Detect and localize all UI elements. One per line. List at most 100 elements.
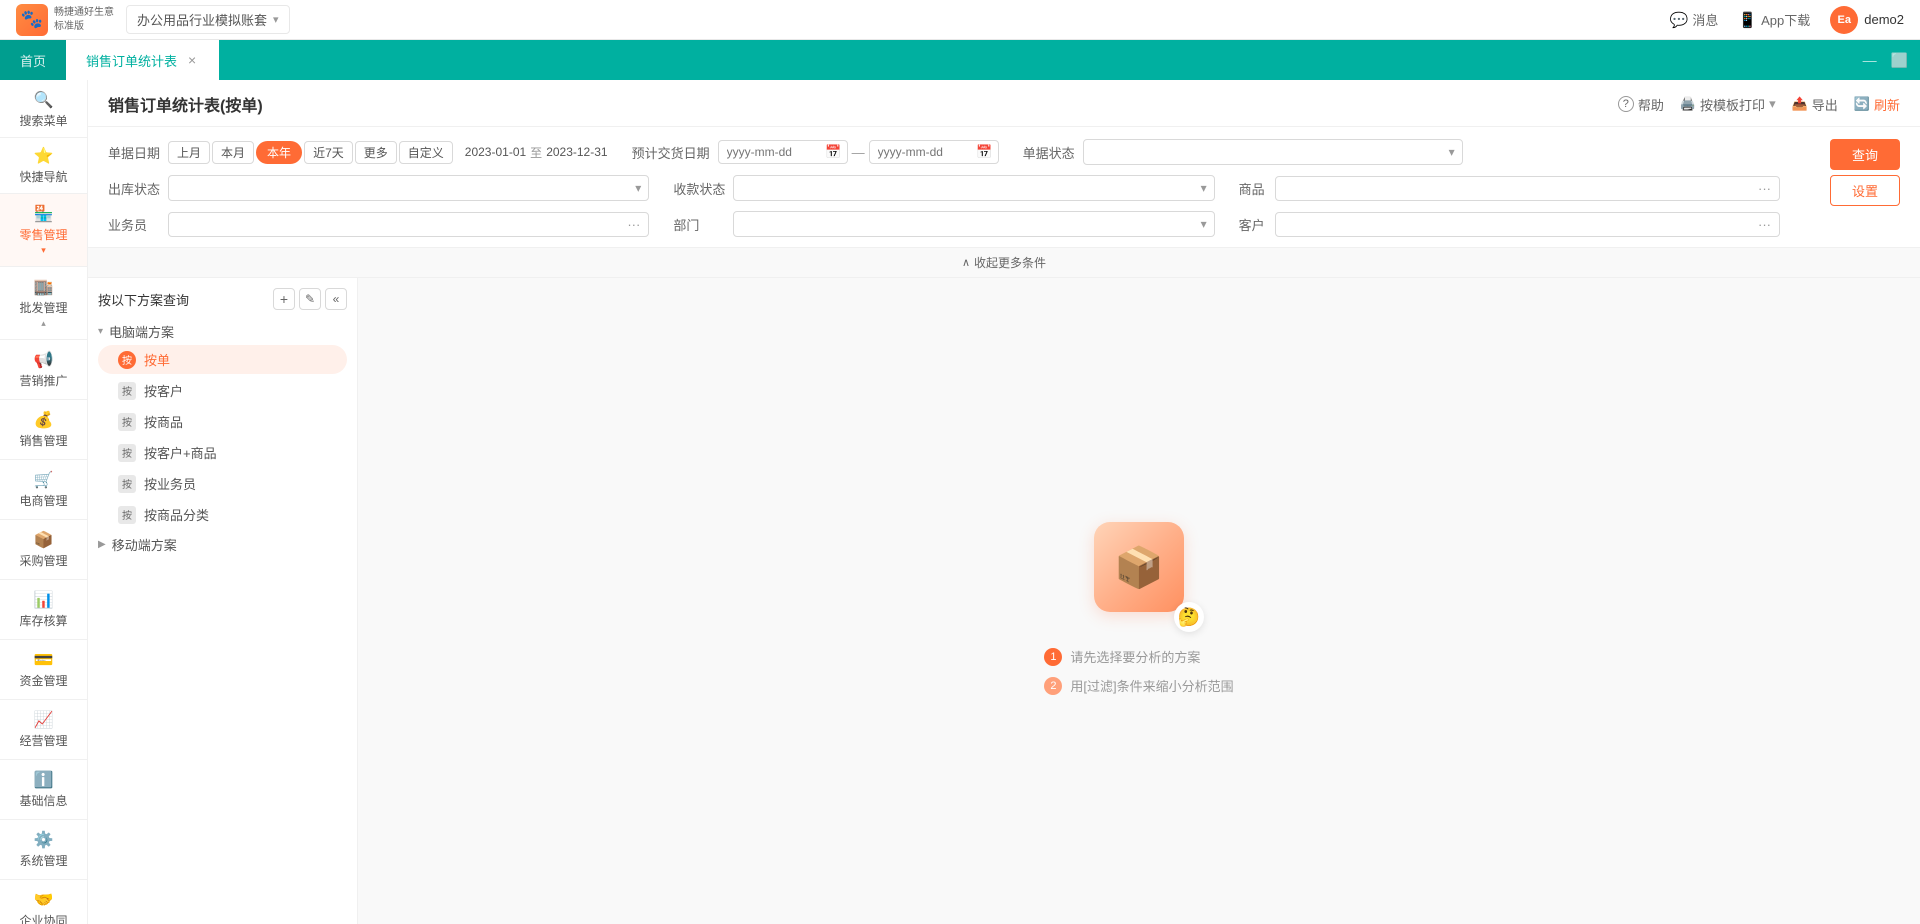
pc-chevron-down-icon: ▾: [98, 326, 103, 337]
sidebar-item-operations[interactable]: 📈 经营管理: [0, 700, 87, 760]
window-maximize-icon[interactable]: ⬜: [1887, 48, 1912, 73]
tab-home[interactable]: 首页: [0, 40, 66, 80]
date-dash: —: [852, 145, 865, 160]
by-product-icon: 按: [118, 413, 136, 431]
help-button[interactable]: ? 帮助: [1618, 95, 1664, 114]
help-icon: ?: [1618, 96, 1634, 112]
sidebar-item-basic[interactable]: ℹ️ 基础信息: [0, 760, 87, 820]
download-icon: 📱: [1738, 11, 1757, 29]
scheme-item-by-customer[interactable]: 按 按客户: [98, 376, 347, 405]
settings-button[interactable]: 设置: [1830, 175, 1900, 206]
date-btn-this-year[interactable]: 本年: [256, 141, 302, 164]
basic-icon: ℹ️: [34, 770, 54, 790]
delivery-label: 出库状态: [108, 179, 160, 198]
tip-1-text: 请先选择要分析的方案: [1070, 647, 1200, 666]
scheme-mobile-category: ▶ 移动端方案: [98, 531, 347, 558]
delivery-select[interactable]: [168, 175, 649, 201]
tab-close-icon[interactable]: ×: [185, 51, 199, 69]
sidebar-item-wholesale[interactable]: 🏬 批发管理 ▴: [0, 267, 87, 340]
scheme-item-by-product[interactable]: 按 按商品: [98, 407, 347, 436]
scheme-mobile-header[interactable]: ▶ 移动端方案: [98, 531, 347, 558]
mobile-chevron-right-icon: ▶: [98, 539, 106, 550]
sidebar-item-system[interactable]: ⚙️ 系统管理: [0, 820, 87, 880]
app-download-button[interactable]: 📱 App下载: [1738, 10, 1810, 29]
refresh-button[interactable]: 🔄 刷新: [1854, 95, 1900, 114]
by-cust-prod-icon: 按: [118, 444, 136, 462]
scheme-item-by-order[interactable]: 按 按单: [98, 345, 347, 374]
sidebar-item-retail[interactable]: 🏪 零售管理 ▾: [0, 194, 87, 267]
collapse-filters-button[interactable]: ∧ 收起更多条件: [88, 247, 1920, 278]
scheme-panel-title: 按以下方案查询: [98, 290, 189, 309]
user-menu[interactable]: Ea demo2: [1830, 6, 1904, 34]
sidebar-quick-nav[interactable]: ⭐ 快捷导航: [0, 138, 87, 194]
customer-input[interactable]: [1284, 217, 1758, 231]
sidebar-item-inventory[interactable]: 📊 库存核算: [0, 580, 87, 640]
sidebar-item-marketing[interactable]: 📢 营销推广: [0, 340, 87, 400]
date-range-start: 2023-01-01: [465, 145, 526, 159]
dept-label: 部门: [673, 215, 725, 234]
sidebar-item-ecommerce[interactable]: 🛒 电商管理: [0, 460, 87, 520]
by-salesperson-icon: 按: [118, 475, 136, 493]
date-range-end: 2023-12-31: [546, 145, 607, 159]
tip-num-1: 1: [1044, 648, 1062, 666]
product-dots-icon[interactable]: ···: [1758, 181, 1771, 196]
date-btn-this-month[interactable]: 本月: [212, 141, 254, 164]
product-input[interactable]: [1284, 181, 1758, 195]
status-select[interactable]: [1083, 139, 1463, 165]
tip-num-2: 2: [1044, 677, 1062, 695]
date-btn-custom[interactable]: 自定义: [399, 141, 453, 164]
chevron-down-icon: ▾: [41, 245, 46, 256]
scheme-collapse-button[interactable]: «: [325, 288, 347, 310]
tab-active-sales[interactable]: 销售订单统计表 ×: [66, 40, 219, 80]
expected-date-end-input[interactable]: [869, 140, 999, 164]
payment-label: 收款状态: [673, 179, 725, 198]
sidebar-item-enterprise[interactable]: 🤝 企业协同: [0, 880, 87, 924]
date-btn-last7[interactable]: 近7天: [304, 141, 353, 164]
finance-icon: 💳: [34, 650, 54, 670]
logo-line1: 畅捷通好生意: [54, 6, 114, 20]
product-label: 商品: [1239, 179, 1267, 198]
logo: 🐾 畅捷通好生意 标准版: [16, 4, 114, 36]
chevron-down-icon: ▾: [273, 13, 279, 26]
customer-dots-icon[interactable]: ···: [1758, 217, 1771, 232]
system-icon: ⚙️: [34, 830, 54, 850]
message-button[interactable]: 💬 消息: [1670, 10, 1719, 29]
date-btn-more[interactable]: 更多: [355, 141, 397, 164]
ecommerce-icon: 🛒: [34, 470, 54, 490]
date-btn-last-month[interactable]: 上月: [168, 141, 210, 164]
sidebar-item-sales[interactable]: 💰 销售管理: [0, 400, 87, 460]
collapse-up-icon: ∧: [962, 256, 970, 269]
salesperson-input[interactable]: [177, 217, 627, 231]
expected-date-start-input[interactable]: [718, 140, 848, 164]
export-button[interactable]: 📤 导出: [1792, 95, 1838, 114]
scheme-item-by-category[interactable]: 按 按商品分类: [98, 500, 347, 529]
sidebar-search[interactable]: 🔍 搜索菜单: [0, 80, 87, 138]
operations-icon: 📈: [34, 710, 54, 730]
username: demo2: [1864, 12, 1904, 27]
payment-select[interactable]: [733, 175, 1214, 201]
empty-tips: 1 请先选择要分析的方案 2 用[过滤]条件来缩小分析范围: [1044, 647, 1233, 695]
query-button[interactable]: 查询: [1830, 139, 1900, 170]
account-selector[interactable]: 办公用品行业模拟账套 ▾: [126, 5, 290, 34]
window-minimize-icon[interactable]: —: [1859, 48, 1881, 72]
scheme-item-by-cust-prod[interactable]: 按 按客户+商品: [98, 438, 347, 467]
chevron-up-icon: ▴: [41, 318, 46, 329]
scheme-pc-header[interactable]: ▾ 电脑端方案: [98, 318, 347, 345]
date-label: 单据日期: [108, 143, 160, 162]
print-button[interactable]: 🖨️ 按模板打印 ▾: [1680, 95, 1776, 114]
salesperson-dots-icon[interactable]: ···: [627, 217, 640, 232]
empty-tip-2: 2 用[过滤]条件来缩小分析范围: [1044, 676, 1233, 695]
scheme-pc-category: ▾ 电脑端方案 按 按单 按 按客户: [98, 318, 347, 529]
sidebar-item-finance[interactable]: 💳 资金管理: [0, 640, 87, 700]
scheme-edit-button[interactable]: ✎: [299, 288, 321, 310]
expected-date-label: 预计交货日期: [632, 143, 710, 162]
dept-select[interactable]: [733, 211, 1214, 237]
salesperson-label: 业务员: [108, 215, 160, 234]
status-label: 单据状态: [1023, 143, 1075, 162]
sidebar-item-purchase[interactable]: 📦 采购管理: [0, 520, 87, 580]
scheme-add-button[interactable]: +: [273, 288, 295, 310]
wholesale-icon: 🏬: [34, 277, 54, 297]
scheme-item-by-salesperson[interactable]: 按 按业务员: [98, 469, 347, 498]
account-selector-label: 办公用品行业模拟账套: [137, 10, 267, 29]
page-title: 销售订单统计表(按单): [108, 92, 263, 116]
